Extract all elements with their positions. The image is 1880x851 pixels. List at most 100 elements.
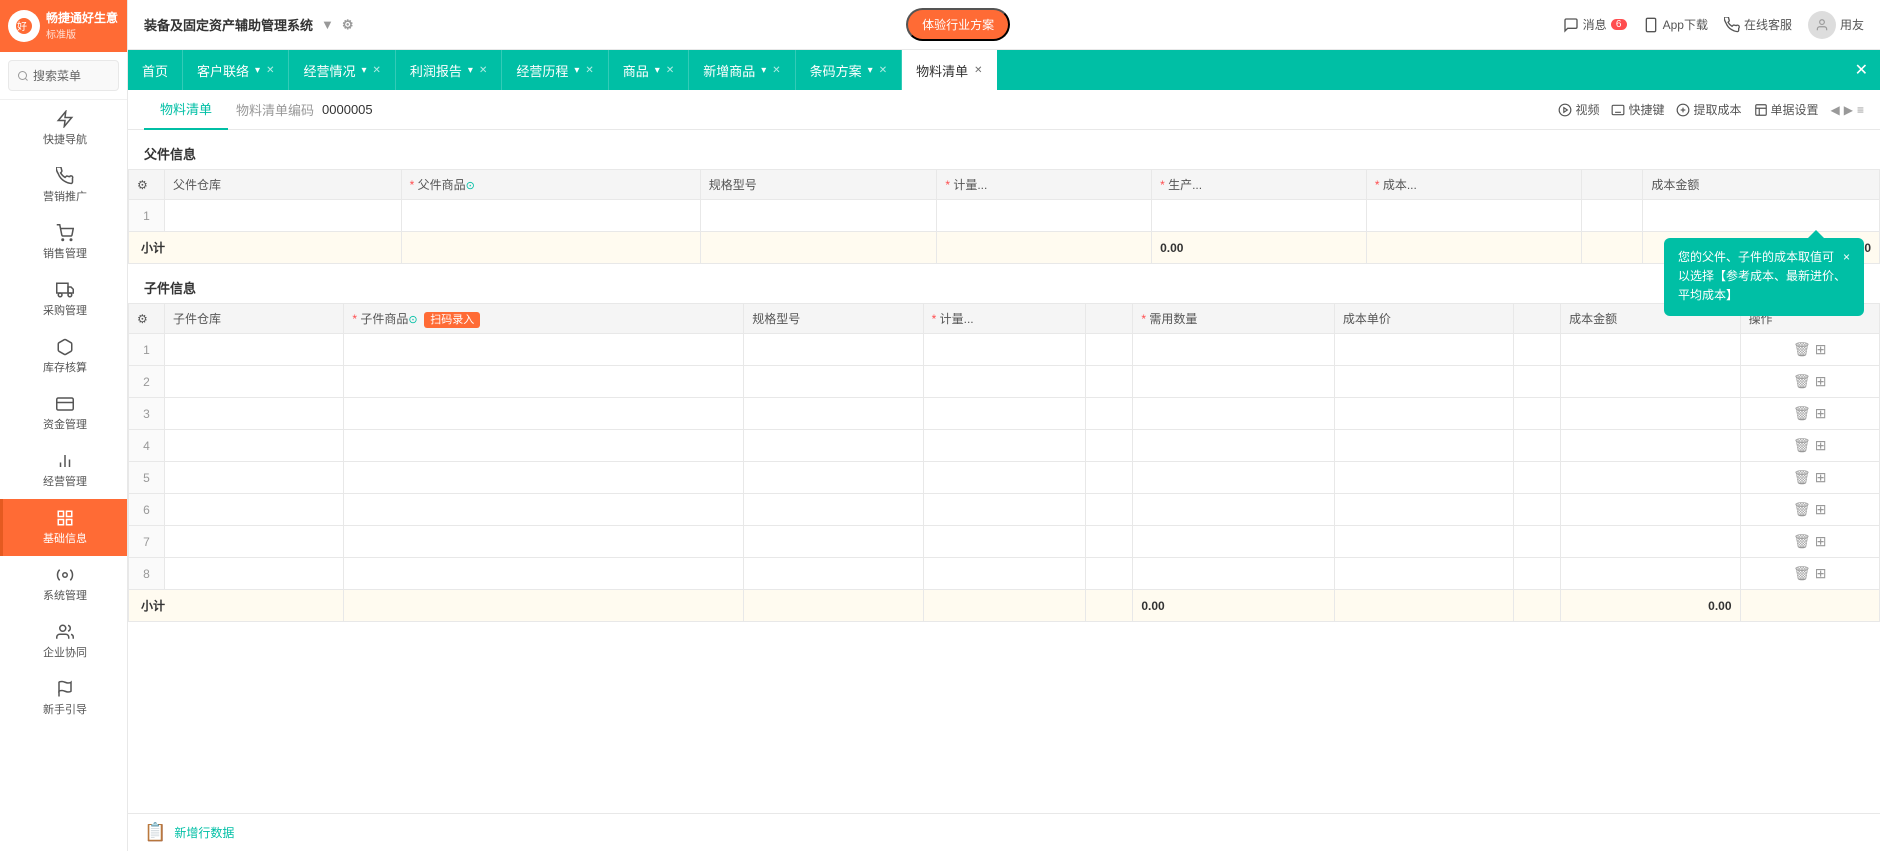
child-col-unit: * 计量...: [923, 304, 1086, 334]
tab-profit-close[interactable]: ✕: [479, 65, 487, 76]
delete-icon[interactable]: 🗑: [1793, 565, 1811, 582]
copy-icon[interactable]: ⊞: [1815, 565, 1827, 582]
child-cell-1-qty[interactable]: [1133, 334, 1334, 366]
copy-icon[interactable]: ⊞: [1815, 373, 1827, 390]
sidebar-item-quick-nav[interactable]: 快捷导航: [0, 100, 127, 157]
add-row-label[interactable]: 新增行数据: [174, 824, 234, 841]
parent-cell-product[interactable]: [401, 200, 700, 232]
child-cell-1-spec[interactable]: [744, 334, 923, 366]
child-cell-2-spec[interactable]: [744, 366, 923, 398]
parent-subtotal-c7: [1581, 232, 1643, 264]
tab-goods-close[interactable]: ✕: [666, 65, 674, 76]
sidebar-item-label: 快捷导航: [43, 131, 87, 147]
prev-arrow[interactable]: ◀: [1831, 103, 1840, 117]
tab-goods[interactable]: 商品 ▾ ✕: [609, 50, 689, 90]
parent-cell-unit[interactable]: [937, 200, 1152, 232]
child-cell-1-warehouse[interactable]: [165, 334, 344, 366]
menu-icon[interactable]: ≡: [1857, 103, 1864, 117]
sidebar-item-finance[interactable]: 资金管理: [0, 385, 127, 442]
header-gear-icon[interactable]: ⚙: [342, 17, 354, 33]
search-menu-button[interactable]: 搜索菜单: [8, 60, 119, 91]
tooltip-close-button[interactable]: ×: [1843, 248, 1850, 267]
child-cell-1-unit[interactable]: [923, 334, 1086, 366]
copy-icon[interactable]: ⊞: [1815, 469, 1827, 486]
header-dropdown-icon[interactable]: ▼: [321, 17, 334, 32]
sidebar-item-sales[interactable]: 销售管理: [0, 214, 127, 271]
tab-operation-status[interactable]: 经营情况 ▾ ✕: [289, 50, 395, 90]
shortcut-action[interactable]: 快捷键: [1611, 101, 1664, 118]
close-all-tabs-button[interactable]: ✕: [1843, 60, 1880, 80]
scan-badge[interactable]: 扫码录入: [424, 312, 480, 328]
child-cell-2-warehouse[interactable]: [165, 366, 344, 398]
copy-icon[interactable]: ⊞: [1815, 341, 1827, 358]
child-table-row: 6 🗑⊞: [129, 494, 1880, 526]
shortcut-action-label: 快捷键: [1628, 101, 1664, 118]
parent-subtotal-c4: [937, 232, 1152, 264]
tab-history-close[interactable]: ✕: [585, 65, 593, 76]
parent-cell-warehouse[interactable]: [165, 200, 402, 232]
tab-home[interactable]: 首页: [128, 50, 183, 90]
sidebar-item-purchase[interactable]: 采购管理: [0, 271, 127, 328]
sidebar-item-basic[interactable]: 基础信息: [0, 499, 127, 556]
tab-customer-close[interactable]: ✕: [266, 65, 274, 76]
sidebar-search[interactable]: 搜索菜单: [0, 52, 127, 100]
setting-action[interactable]: 单据设置: [1754, 101, 1819, 118]
delete-icon[interactable]: 🗑: [1793, 533, 1811, 550]
copy-icon[interactable]: ⊞: [1815, 501, 1827, 518]
copy-icon[interactable]: ⊞: [1815, 405, 1827, 422]
message-item[interactable]: 消息 6: [1563, 16, 1627, 33]
delete-icon[interactable]: 🗑: [1793, 341, 1811, 358]
delete-icon[interactable]: 🗑: [1793, 501, 1811, 518]
trial-button[interactable]: 体验行业方案: [906, 8, 1010, 41]
parent-cell-cost[interactable]: [1366, 200, 1581, 232]
next-arrow[interactable]: ▶: [1844, 103, 1853, 117]
sidebar-item-guide[interactable]: 新手引导: [0, 670, 127, 727]
logo-sub: 标准版: [46, 26, 118, 41]
child-row-num-4: 4: [129, 430, 165, 462]
child-cell-2-product[interactable]: [344, 366, 744, 398]
child-cell-2-e2: [1514, 366, 1561, 398]
child-cell-1-price[interactable]: [1334, 334, 1513, 366]
child-cell-2-unit[interactable]: [923, 366, 1086, 398]
app-download-item[interactable]: App下载: [1643, 16, 1708, 33]
sub-tab-bom-list[interactable]: 物料清单: [144, 90, 228, 130]
child-cell-2-qty[interactable]: [1133, 366, 1334, 398]
sidebar-item-operation[interactable]: 经营管理: [0, 442, 127, 499]
tab-new-goods-close[interactable]: ✕: [772, 65, 780, 76]
tab-barcode[interactable]: 条码方案 ▾ ✕: [796, 50, 902, 90]
delete-icon[interactable]: 🗑: [1793, 437, 1811, 454]
sidebar-item-system[interactable]: 系统管理: [0, 556, 127, 613]
tab-bom-close[interactable]: ✕: [974, 65, 982, 76]
tab-history[interactable]: 经营历程 ▾ ✕: [502, 50, 608, 90]
delete-icon[interactable]: 🗑: [1793, 373, 1811, 390]
tab-bom[interactable]: 物料清单 ✕: [902, 50, 997, 90]
copy-icon[interactable]: ⊞: [1815, 533, 1827, 550]
child-cell-1-product[interactable]: [344, 334, 744, 366]
tab-new-goods[interactable]: 新增商品 ▾ ✕: [689, 50, 795, 90]
child-table-row: 8 🗑⊞: [129, 558, 1880, 590]
tab-customer[interactable]: 客户联络 ▾ ✕: [183, 50, 289, 90]
sidebar-item-marketing[interactable]: 营销推广: [0, 157, 127, 214]
delete-icon[interactable]: 🗑: [1793, 405, 1811, 422]
parent-cell-spec[interactable]: [700, 200, 937, 232]
tooltip-text: 您的父件、子件的成本取值可以选择【参考成本、最新进价、平均成本】: [1678, 250, 1846, 302]
delete-icon[interactable]: 🗑: [1793, 469, 1811, 486]
user-item[interactable]: 用友: [1808, 11, 1864, 39]
cost-action[interactable]: 提取成本: [1676, 101, 1741, 118]
sidebar-item-inventory[interactable]: 库存核算: [0, 328, 127, 385]
top-header: 装备及固定资产辅助管理系统 ▼ ⚙ 体验行业方案 消息 6 App下载 在线客服: [128, 0, 1880, 50]
parent-table: ⚙ 父件仓库 * 父件商品⊙ 规格型号 * 计量... * 生产... * 成本…: [128, 169, 1880, 264]
tab-operation-status-close[interactable]: ✕: [373, 65, 381, 76]
tab-profit[interactable]: 利润报告 ▾ ✕: [396, 50, 502, 90]
child-cell-2-price[interactable]: [1334, 366, 1513, 398]
tab-barcode-close[interactable]: ✕: [879, 65, 887, 76]
copy-icon[interactable]: ⊞: [1815, 437, 1827, 454]
view-action[interactable]: 视频: [1558, 101, 1599, 118]
service-item[interactable]: 在线客服: [1724, 16, 1792, 33]
tab-new-goods-label: 新增商品: [703, 61, 755, 80]
parent-cell-produce[interactable]: [1152, 200, 1367, 232]
child-col-gear: ⚙: [129, 304, 165, 334]
sidebar-item-label: 经营管理: [43, 473, 87, 489]
parent-section-title: 父件信息: [128, 138, 1880, 169]
sidebar-item-enterprise[interactable]: 企业协同: [0, 613, 127, 670]
